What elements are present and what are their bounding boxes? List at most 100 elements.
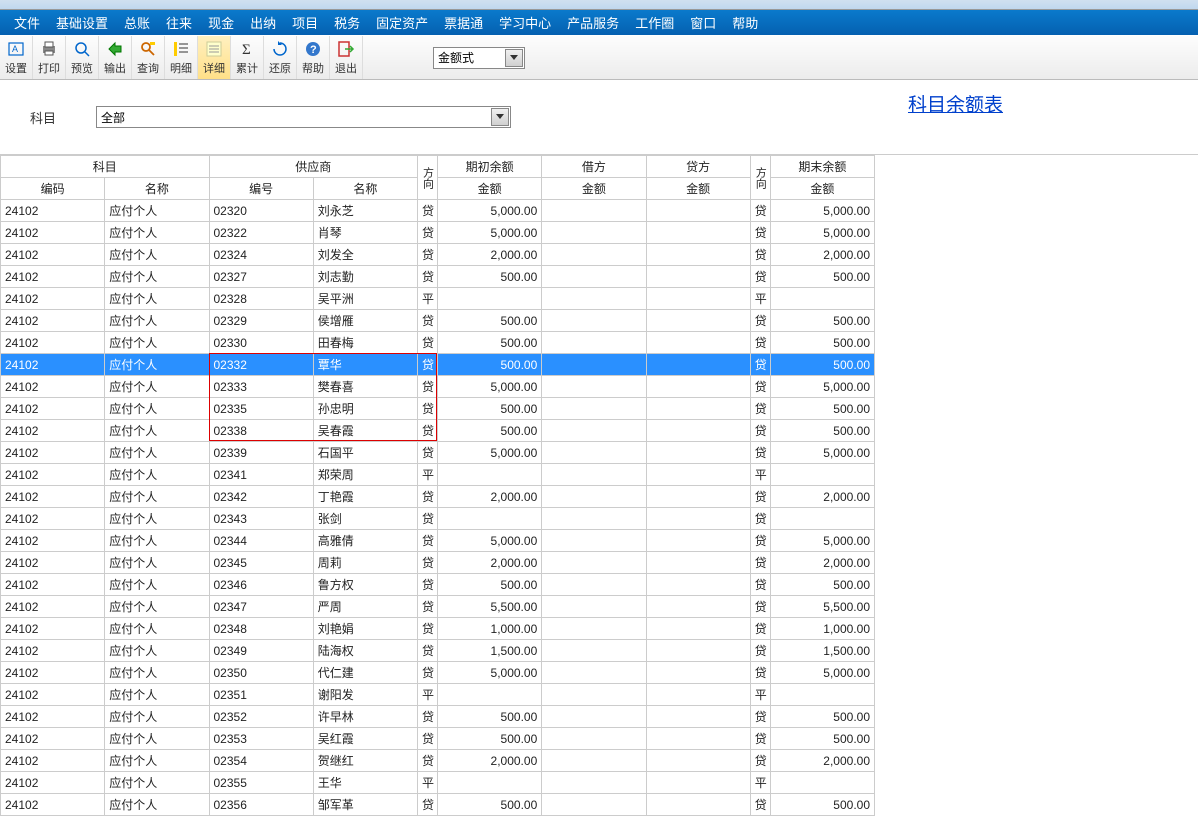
cell[interactable]: 谢阳发: [313, 684, 417, 706]
cell[interactable]: 2,000.00: [438, 552, 542, 574]
menu-7[interactable]: 税务: [326, 9, 368, 36]
cell[interactable]: 贷: [418, 596, 438, 618]
cell[interactable]: 5,500.00: [770, 596, 874, 618]
cell[interactable]: 贷: [750, 618, 770, 640]
cell[interactable]: 贷: [418, 376, 438, 398]
cell[interactable]: 应付个人: [105, 706, 209, 728]
cell[interactable]: [542, 420, 646, 442]
cell[interactable]: [646, 662, 750, 684]
cell[interactable]: [542, 486, 646, 508]
cell[interactable]: 500.00: [770, 266, 874, 288]
cell[interactable]: 贷: [750, 398, 770, 420]
cell[interactable]: [646, 596, 750, 618]
cell[interactable]: 500.00: [770, 332, 874, 354]
cell[interactable]: [542, 794, 646, 816]
cell[interactable]: 贷: [750, 574, 770, 596]
cell[interactable]: [646, 552, 750, 574]
cell[interactable]: [646, 310, 750, 332]
cell[interactable]: 平: [750, 464, 770, 486]
cell[interactable]: [542, 706, 646, 728]
menu-10[interactable]: 学习中心: [491, 9, 559, 36]
cell[interactable]: 5,000.00: [770, 442, 874, 464]
cell[interactable]: 周莉: [313, 552, 417, 574]
cell[interactable]: 贷: [418, 618, 438, 640]
cell[interactable]: 24102: [1, 266, 105, 288]
cell[interactable]: 陆海权: [313, 640, 417, 662]
cell[interactable]: [438, 684, 542, 706]
cell[interactable]: 500.00: [438, 420, 542, 442]
table-row[interactable]: 24102应付个人02339石国平贷5,000.00贷5,000.00: [1, 442, 875, 464]
cell[interactable]: 500.00: [770, 398, 874, 420]
cell[interactable]: 应付个人: [105, 354, 209, 376]
cell[interactable]: 2,000.00: [770, 750, 874, 772]
table-row[interactable]: 24102应付个人02355王华平平: [1, 772, 875, 794]
cell[interactable]: [646, 772, 750, 794]
table-row[interactable]: 24102应付个人02343张剑贷贷: [1, 508, 875, 530]
cell[interactable]: 贷: [418, 222, 438, 244]
cell[interactable]: 02327: [209, 266, 313, 288]
cell[interactable]: 贷: [418, 420, 438, 442]
cell[interactable]: 应付个人: [105, 420, 209, 442]
cell[interactable]: 平: [418, 288, 438, 310]
cell[interactable]: 贷: [750, 332, 770, 354]
cell[interactable]: 24102: [1, 310, 105, 332]
menu-14[interactable]: 帮助: [724, 9, 766, 36]
cell[interactable]: 02339: [209, 442, 313, 464]
cell[interactable]: 500.00: [770, 706, 874, 728]
cell[interactable]: 24102: [1, 376, 105, 398]
cell[interactable]: 应付个人: [105, 750, 209, 772]
cell[interactable]: [542, 200, 646, 222]
cell[interactable]: 2,000.00: [438, 750, 542, 772]
cell[interactable]: 刘艳娟: [313, 618, 417, 640]
table-row[interactable]: 24102应付个人02344高雅倩贷5,000.00贷5,000.00: [1, 530, 875, 552]
cell[interactable]: 贷: [418, 200, 438, 222]
cell[interactable]: 02333: [209, 376, 313, 398]
cell[interactable]: 5,000.00: [770, 200, 874, 222]
cell[interactable]: 02351: [209, 684, 313, 706]
cell[interactable]: 吴红霞: [313, 728, 417, 750]
cell[interactable]: 许早林: [313, 706, 417, 728]
table-row[interactable]: 24102应付个人02351谢阳发平平: [1, 684, 875, 706]
subject-filter-combo[interactable]: 全部: [96, 106, 511, 128]
cell[interactable]: 02353: [209, 728, 313, 750]
cell[interactable]: 应付个人: [105, 288, 209, 310]
cell[interactable]: 24102: [1, 354, 105, 376]
cell[interactable]: [646, 794, 750, 816]
tool-sum[interactable]: Σ累计: [231, 36, 264, 79]
table-row[interactable]: 24102应付个人02330田春梅贷500.00贷500.00: [1, 332, 875, 354]
cell[interactable]: 贷: [418, 508, 438, 530]
cell[interactable]: [542, 772, 646, 794]
cell[interactable]: [438, 464, 542, 486]
cell[interactable]: [646, 574, 750, 596]
cell[interactable]: 500.00: [438, 794, 542, 816]
cell[interactable]: [646, 332, 750, 354]
cell[interactable]: 贷: [750, 794, 770, 816]
cell[interactable]: 应付个人: [105, 640, 209, 662]
cell[interactable]: [646, 508, 750, 530]
cell[interactable]: 2,000.00: [770, 244, 874, 266]
cell[interactable]: [770, 288, 874, 310]
cell[interactable]: 平: [750, 684, 770, 706]
cell[interactable]: 24102: [1, 772, 105, 794]
cell[interactable]: 500.00: [438, 354, 542, 376]
tool-detail[interactable]: 详细: [198, 36, 231, 79]
cell[interactable]: 500.00: [770, 420, 874, 442]
balance-grid[interactable]: 科目 供应商 方向 期初余额 借方 贷方 方向 期末余额 编码 名称 编号 名称…: [0, 155, 875, 816]
table-row[interactable]: 24102应付个人02320刘永芝贷5,000.00贷5,000.00: [1, 200, 875, 222]
cell[interactable]: 02347: [209, 596, 313, 618]
page-title[interactable]: 科目余额表: [908, 90, 1003, 117]
menu-2[interactable]: 总账: [116, 9, 158, 36]
cell[interactable]: 02341: [209, 464, 313, 486]
cell[interactable]: 1,000.00: [438, 618, 542, 640]
table-row[interactable]: 24102应付个人02329侯增雁贷500.00贷500.00: [1, 310, 875, 332]
chevron-down-icon[interactable]: [491, 108, 509, 126]
cell[interactable]: 24102: [1, 596, 105, 618]
cell[interactable]: 应付个人: [105, 398, 209, 420]
menu-0[interactable]: 文件: [6, 9, 48, 36]
cell[interactable]: 24102: [1, 244, 105, 266]
cell[interactable]: 邹军革: [313, 794, 417, 816]
cell[interactable]: 5,000.00: [770, 376, 874, 398]
cell[interactable]: 贷: [750, 244, 770, 266]
cell[interactable]: 24102: [1, 200, 105, 222]
cell[interactable]: 5,000.00: [438, 530, 542, 552]
